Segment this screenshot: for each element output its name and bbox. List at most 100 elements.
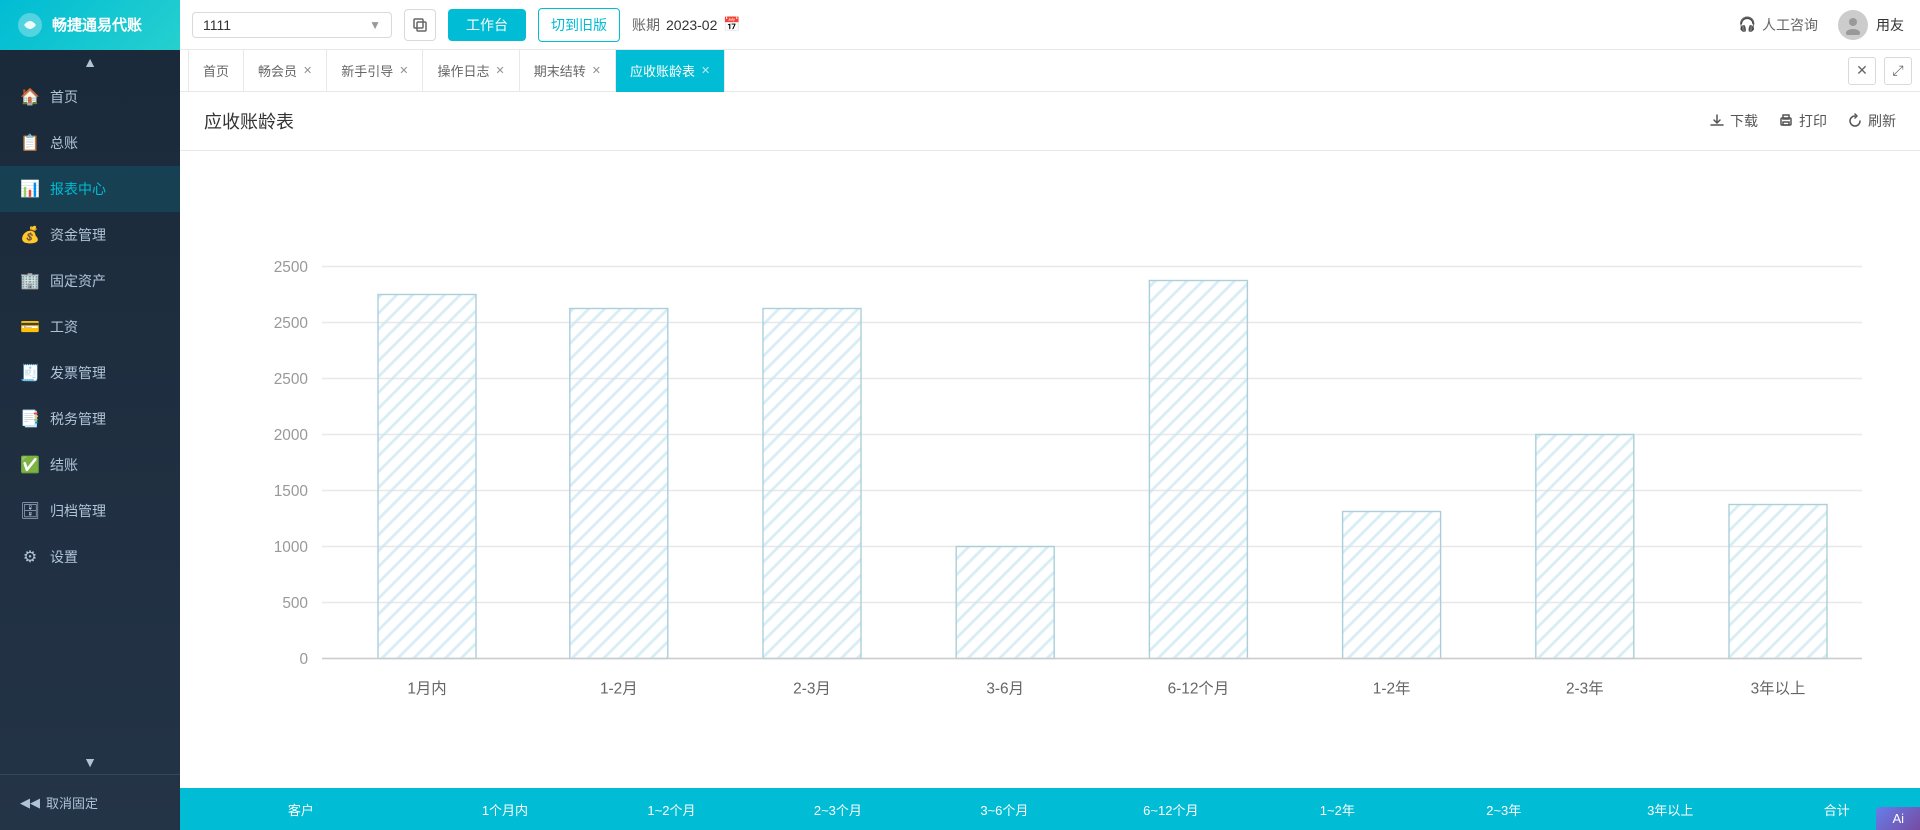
user-icon	[1843, 15, 1863, 35]
top-header: 畅捷通易代账 1111 ▼ 工作台 切到旧版 账期 2023-02 📅 🎧 人工…	[0, 0, 1920, 50]
svg-text:3年以上: 3年以上	[1751, 680, 1806, 698]
ai-badge[interactable]: Ai	[1876, 807, 1920, 830]
tab-label-oplog: 操作日志	[437, 61, 489, 80]
tab-bar: 首页 畅会员 ✕ 新手引导 ✕ 操作日志 ✕ 期末结转 ✕ 应收账龄表 ✕	[180, 50, 1920, 92]
svg-text:1月内: 1月内	[407, 680, 446, 698]
svg-text:2-3年: 2-3年	[1566, 680, 1604, 698]
consult-button[interactable]: 🎧 人工咨询	[1739, 15, 1818, 35]
user-area[interactable]: 用友	[1838, 10, 1904, 40]
tab-home[interactable]: 首页	[188, 50, 244, 92]
sidebar-item-settings[interactable]: ⚙ 设置	[0, 534, 180, 580]
refresh-icon	[1847, 113, 1863, 129]
sidebar-item-invoice[interactable]: 🧾 发票管理	[0, 350, 180, 396]
sidebar-label-invoice: 发票管理	[50, 363, 106, 383]
download-icon	[1709, 113, 1725, 129]
tab-label-period-end: 期末结转	[534, 61, 586, 80]
svg-text:2500: 2500	[274, 315, 308, 332]
tab-close-oplog[interactable]: ✕	[496, 64, 505, 77]
tab-label-ar-aging: 应收账龄表	[630, 61, 695, 80]
col-customer: 客户	[180, 800, 422, 819]
bar-6-12个月	[1149, 281, 1247, 659]
sidebar-item-salary[interactable]: 💳 工资	[0, 304, 180, 350]
bar-2-3月	[763, 309, 861, 659]
tab-oplog[interactable]: 操作日志 ✕	[423, 50, 519, 92]
print-icon	[1778, 113, 1794, 129]
tab-label-home: 首页	[203, 61, 229, 80]
settings-icon: ⚙	[20, 547, 40, 567]
tab-period-end[interactable]: 期末结转 ✕	[520, 50, 616, 92]
headset-icon: 🎧	[1739, 16, 1756, 33]
tab-label-guide: 新手引导	[341, 61, 393, 80]
bar-2-3年	[1536, 435, 1634, 659]
col-1-2year: 1~2年	[1254, 800, 1420, 819]
sidebar-bottom: ◀◀ 取消固定	[0, 774, 180, 830]
table-footer-header: 客户 1个月内 1~2个月 2~3个月 3~6个月 6~12个月 1~2年 2~…	[180, 788, 1920, 830]
consult-label: 人工咨询	[1762, 15, 1818, 35]
refresh-label: 刷新	[1868, 111, 1896, 131]
refresh-button[interactable]: 刷新	[1847, 111, 1896, 131]
tab-close-guide[interactable]: ✕	[399, 64, 408, 77]
report-icon: 📊	[20, 179, 40, 199]
page-actions: 下载 打印	[1709, 111, 1896, 131]
period-label: 账期	[632, 15, 660, 35]
sidebar-item-ledger[interactable]: 📋 总账	[0, 120, 180, 166]
assets-icon: 🏢	[20, 271, 40, 291]
copy-icon	[412, 17, 428, 33]
archive-icon: 🗄	[20, 501, 40, 521]
header-right: 🎧 人工咨询 用友	[1739, 10, 1904, 40]
bar-3-6月	[956, 547, 1054, 659]
sidebar-item-assets[interactable]: 🏢 固定资产	[0, 258, 180, 304]
sidebar-label-settings: 设置	[50, 547, 78, 567]
logo-text: 畅捷通易代账	[52, 14, 142, 35]
bar-1-2年	[1343, 512, 1441, 659]
col-2-3year: 2~3年	[1421, 800, 1587, 819]
download-label: 下载	[1730, 111, 1758, 131]
tab-member[interactable]: 畅会员 ✕	[244, 50, 327, 92]
scroll-down-button[interactable]: ▼	[0, 750, 180, 774]
bar-1-2月	[570, 309, 668, 659]
sidebar: ▲ 🏠 首页 📋 总账 📊 报表中心 💰 资金管理 🏢 固定资产	[0, 50, 180, 830]
cancel-fixed-button[interactable]: ◀◀ 取消固定	[16, 785, 164, 820]
svg-text:1-2年: 1-2年	[1373, 680, 1411, 698]
svg-text:0: 0	[299, 651, 308, 668]
switch-version-button[interactable]: 切到旧版	[538, 8, 620, 42]
sidebar-item-archive[interactable]: 🗄 归档管理	[0, 488, 180, 534]
bar-1月内	[378, 295, 476, 659]
tab-close-member[interactable]: ✕	[303, 64, 312, 77]
maximize-button[interactable]: ⤢	[1884, 57, 1912, 85]
tab-ar-aging[interactable]: 应收账龄表 ✕	[616, 50, 725, 92]
sidebar-label-settle: 结账	[50, 455, 78, 475]
col-1month: 1个月内	[422, 800, 588, 819]
chart-area: 2500 2500 2500 2000 1500 1000 500 0	[180, 151, 1920, 788]
copy-button[interactable]	[404, 9, 436, 41]
print-label: 打印	[1799, 111, 1827, 131]
tab-close-ar-aging[interactable]: ✕	[701, 64, 710, 77]
col-1-2month: 1~2个月	[588, 800, 754, 819]
logo-icon	[16, 11, 44, 39]
col-3-6month: 3~6个月	[921, 800, 1087, 819]
sidebar-item-funds[interactable]: 💰 资金管理	[0, 212, 180, 258]
page-content: 应收账龄表 下载 打印	[180, 92, 1920, 830]
sidebar-item-settle[interactable]: ✅ 结账	[0, 442, 180, 488]
tab-close-period-end[interactable]: ✕	[592, 64, 601, 77]
tab-label-member: 畅会员	[258, 61, 297, 80]
col-6-12month: 6~12个月	[1088, 800, 1254, 819]
svg-text:500: 500	[282, 595, 308, 612]
calendar-icon[interactable]: 📅	[723, 16, 740, 33]
svg-text:1500: 1500	[274, 483, 308, 500]
sidebar-item-tax[interactable]: 📑 税务管理	[0, 396, 180, 442]
close-tab-button[interactable]: ✕	[1848, 57, 1876, 85]
print-button[interactable]: 打印	[1778, 111, 1827, 131]
sidebar-item-home[interactable]: 🏠 首页	[0, 74, 180, 120]
svg-text:2500: 2500	[274, 259, 308, 276]
workbench-button[interactable]: 工作台	[448, 9, 526, 41]
period-area: 账期 2023-02 📅	[632, 15, 741, 35]
sidebar-item-report[interactable]: 📊 报表中心	[0, 166, 180, 212]
company-selector[interactable]: 1111 ▼	[192, 12, 392, 38]
sidebar-label-ledger: 总账	[50, 133, 78, 153]
scroll-up-button[interactable]: ▲	[0, 50, 180, 74]
cancel-fixed-label: 取消固定	[46, 793, 98, 812]
tab-guide[interactable]: 新手引导 ✕	[327, 50, 423, 92]
download-button[interactable]: 下载	[1709, 111, 1758, 131]
svg-text:2500: 2500	[274, 371, 308, 388]
